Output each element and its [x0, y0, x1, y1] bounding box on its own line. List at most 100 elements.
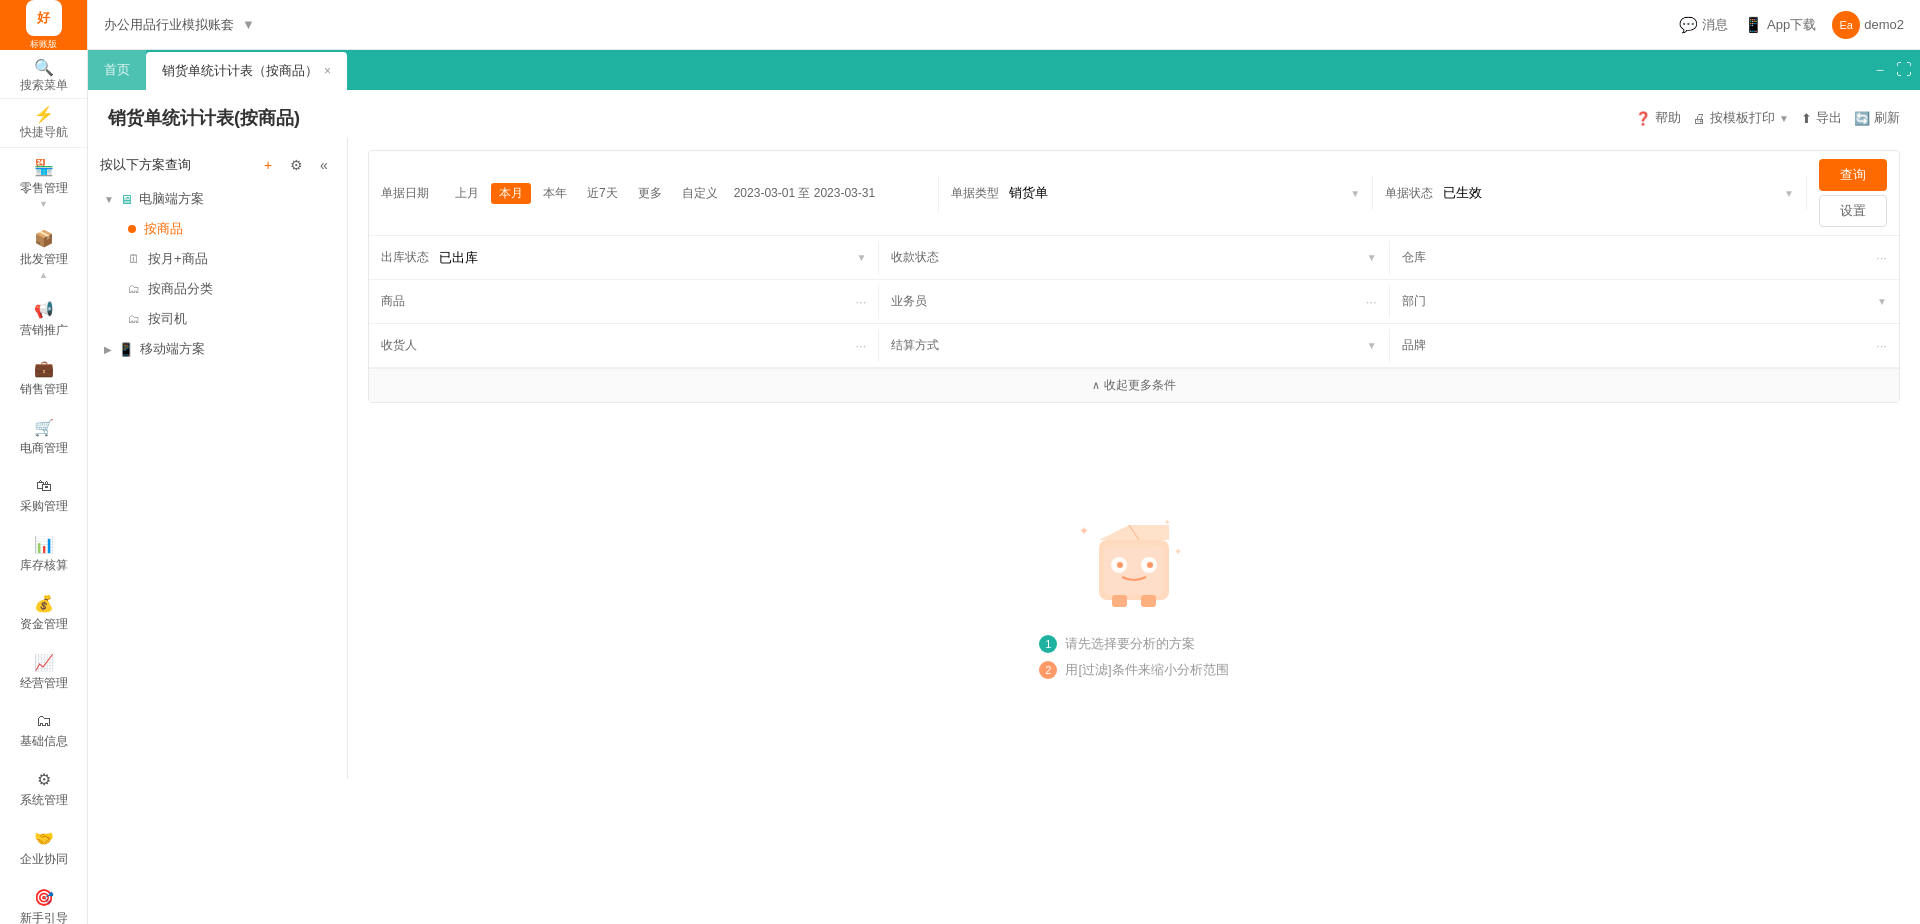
tree-item-by-cashier[interactable]: 🗂 按司机: [120, 304, 347, 334]
logo-icon: 好: [26, 0, 62, 36]
step2-num: 2: [1039, 661, 1057, 679]
topbar: 办公用品行业模拟账套 ▼ 💬 消息 📱 App下载 Ea demo2: [88, 0, 1920, 50]
pc-section-icon: 🖥: [120, 192, 133, 207]
sidebar-item-purchase[interactable]: 🛍 采购管理: [0, 467, 87, 525]
tab-home[interactable]: 首页: [88, 50, 146, 90]
filter-row-3: 商品 ··· 业务员 ··· 部门: [369, 280, 1899, 324]
filter-brand-cell: 品牌 ···: [1390, 329, 1899, 362]
print-btn[interactable]: 🖨 按模板打印 ▼: [1693, 109, 1789, 127]
messages-btn[interactable]: 💬 消息: [1679, 16, 1728, 34]
sidebar-item-enterprise[interactable]: 🤝 企业协同: [0, 819, 87, 878]
consignee-input[interactable]: [439, 339, 851, 353]
doctype-select[interactable]: 销货单 ▼: [1009, 184, 1360, 202]
docstatus-chevron: ▼: [1784, 188, 1794, 199]
logo-subtitle: 标账版: [30, 38, 57, 51]
date-tag-7days[interactable]: 近7天: [579, 183, 626, 204]
salesperson-input[interactable]: [949, 295, 1361, 309]
goods-input[interactable]: [439, 295, 851, 309]
filter-doctype-cell: 单据类型 销货单 ▼: [939, 176, 1373, 210]
sidebar-item-wholesale[interactable]: 📦 批发管理 ▲: [0, 219, 87, 290]
tab-active[interactable]: 销货单统计计表（按商品） ×: [146, 52, 347, 90]
settings-button[interactable]: 设置: [1819, 195, 1887, 227]
dept-chevron: ▼: [1877, 296, 1887, 307]
dept-select[interactable]: ▼: [1460, 296, 1887, 307]
outstatus-value: 已出库: [439, 249, 478, 267]
minimize-icon[interactable]: －: [1872, 60, 1888, 81]
logo-area[interactable]: 好 标账版: [0, 0, 87, 50]
warehouse-dots-btn[interactable]: ···: [1876, 250, 1887, 265]
brand-dots-btn[interactable]: ···: [1876, 338, 1887, 353]
outstatus-chevron: ▼: [856, 252, 866, 263]
mobile-section-label: 移动端方案: [140, 340, 205, 358]
tabs-bar: 首页 销货单统计计表（按商品） × － ⛶: [88, 50, 1920, 90]
tree-item-by-goods-cat[interactable]: 🗂 按商品分类: [120, 274, 347, 304]
sidebar-item-ecommerce[interactable]: 🛒 电商管理: [0, 408, 87, 467]
step1-num: 1: [1039, 635, 1057, 653]
cashier-icon: 🗂: [128, 312, 140, 326]
system-icon: ⚙: [37, 770, 51, 789]
docstatus-value: 已生效: [1443, 184, 1482, 202]
mobile-section-icon: 📱: [118, 342, 134, 357]
docstatus-select[interactable]: 已生效 ▼: [1443, 184, 1794, 202]
tree-item-by-month-goods[interactable]: 🗓 按月+商品: [120, 244, 347, 274]
sidebar-item-retail[interactable]: 🏪 零售管理 ▼: [0, 148, 87, 219]
tree-item-by-goods[interactable]: 按商品: [120, 214, 347, 244]
date-tag-custom[interactable]: 自定义: [674, 183, 726, 204]
page-header: 销货单统计计表(按商品) ❓ 帮助 🖨 按模板打印 ▼ ⬆ 导出 🔄 刷新: [88, 90, 1920, 138]
help-icon: ❓: [1635, 111, 1651, 126]
sidebar-item-sales[interactable]: 💼 销售管理: [0, 349, 87, 408]
dropdown-icon[interactable]: ▼: [242, 17, 255, 32]
outstatus-select[interactable]: 已出库 ▼: [439, 249, 866, 267]
tab-controls: － ⛶: [1864, 60, 1920, 81]
salesperson-dots-btn[interactable]: ···: [1366, 294, 1377, 309]
date-tag-this-year[interactable]: 本年: [535, 183, 575, 204]
date-tag-last-month[interactable]: 上月: [447, 183, 487, 204]
sidebar-quick-nav[interactable]: ⚡ 快捷导航: [0, 99, 87, 148]
industry-label: 办公用品行业模拟账套: [104, 16, 234, 34]
add-scheme-btn[interactable]: +: [257, 154, 279, 176]
month-goods-icon: 🗓: [128, 252, 140, 266]
collapse-bar[interactable]: ∧ 收起更多条件: [369, 368, 1899, 402]
maximize-icon[interactable]: ⛶: [1896, 61, 1912, 79]
date-tag-this-month[interactable]: 本月: [491, 183, 531, 204]
warehouse-input[interactable]: [1460, 251, 1872, 265]
by-goods-label: 按商品: [144, 220, 183, 238]
tree-section-mobile[interactable]: ▶ 📱 移动端方案: [88, 334, 347, 364]
svg-text:✦: ✦: [1164, 518, 1171, 527]
sidebar-item-operation[interactable]: 📈 经营管理: [0, 643, 87, 702]
tab-close-btn[interactable]: ×: [324, 64, 331, 78]
topbar-right: 💬 消息 📱 App下载 Ea demo2: [1679, 11, 1904, 39]
settings-scheme-btn[interactable]: ⚙: [285, 154, 307, 176]
sidebar-item-marketing[interactable]: 📢 营销推广: [0, 290, 87, 349]
svg-rect-6: [1112, 595, 1127, 607]
help-btn[interactable]: ❓ 帮助: [1635, 109, 1681, 127]
sidebar-item-inventory[interactable]: 📊 库存核算: [0, 525, 87, 584]
app-download-btn[interactable]: 📱 App下载: [1744, 16, 1816, 34]
sidebar-item-guide[interactable]: 🎯 新手引导: [0, 878, 87, 924]
settlement-label: 结算方式: [891, 337, 941, 354]
collapse-panel-btn[interactable]: «: [313, 154, 335, 176]
consignee-dots-btn[interactable]: ···: [855, 338, 866, 353]
export-btn[interactable]: ⬆ 导出: [1801, 109, 1842, 127]
date-tag-more[interactable]: 更多: [630, 183, 670, 204]
filter-consignee-cell: 收货人 ···: [369, 329, 879, 362]
active-tab-label: 销货单统计计表（按商品）: [162, 62, 318, 80]
sidebar-item-system[interactable]: ⚙ 系统管理: [0, 760, 87, 819]
refresh-btn[interactable]: 🔄 刷新: [1854, 109, 1900, 127]
outstatus-label: 出库状态: [381, 249, 431, 266]
tree-section-pc[interactable]: ▼ 🖥 电脑端方案: [88, 184, 347, 214]
print-dropdown-icon[interactable]: ▼: [1779, 113, 1789, 124]
sidebar-item-finance[interactable]: 💰 资金管理: [0, 584, 87, 643]
brand-input[interactable]: [1460, 339, 1872, 353]
salesperson-label: 业务员: [891, 293, 941, 310]
sidebar-search[interactable]: 🔍 搜索菜单: [0, 50, 87, 99]
goods-cat-icon: 🗂: [128, 282, 140, 296]
marketing-icon: 📢: [34, 300, 54, 319]
query-button[interactable]: 查询: [1819, 159, 1887, 191]
goods-dots-btn[interactable]: ···: [855, 294, 866, 309]
sidebar-item-basic[interactable]: 🗂 基础信息: [0, 702, 87, 760]
topbar-left: 办公用品行业模拟账套 ▼: [104, 16, 255, 34]
user-profile-btn[interactable]: Ea demo2: [1832, 11, 1904, 39]
paymentstatus-select[interactable]: ▼: [949, 252, 1376, 263]
settlement-select[interactable]: ▼: [949, 340, 1376, 351]
